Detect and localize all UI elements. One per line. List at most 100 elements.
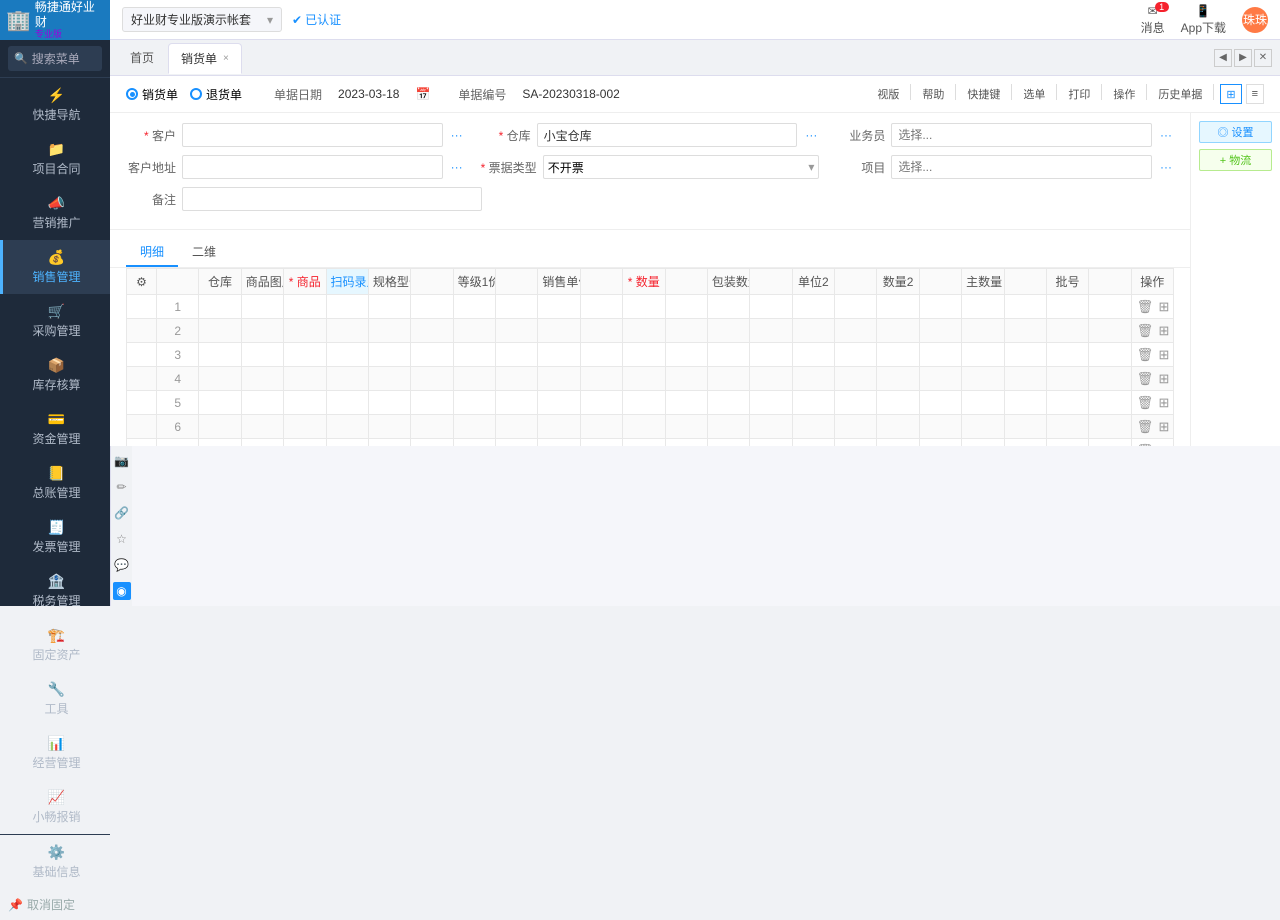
cell-2-12[interactable] — [707, 319, 749, 343]
cell-6-18[interactable] — [962, 415, 1004, 439]
cell-3-7[interactable] — [496, 343, 538, 367]
cell-7-1[interactable] — [241, 439, 283, 447]
cell-6-5[interactable] — [411, 415, 453, 439]
cell-3-16[interactable] — [877, 343, 919, 367]
cell-7-7[interactable] — [496, 439, 538, 447]
cell-7-9[interactable] — [580, 439, 622, 447]
cell-3-18[interactable] — [962, 343, 1004, 367]
cell-3-11[interactable] — [665, 343, 707, 367]
cell-6-16[interactable] — [877, 415, 919, 439]
tab-prev-button[interactable]: ◀ — [1214, 49, 1232, 67]
sidebar-item-quick-nav[interactable]: ⚡ 快捷导航 — [0, 78, 110, 132]
cell-3-5[interactable] — [411, 343, 453, 367]
project-select-button[interactable]: ··· — [1158, 160, 1174, 174]
cell-3-19[interactable] — [1004, 343, 1046, 367]
cell-5-10[interactable] — [623, 391, 665, 415]
col-main-qty[interactable]: 主数量 — [962, 269, 1004, 295]
salesman-input[interactable] — [891, 123, 1152, 147]
row-delete-1[interactable]: 🗑 — [1136, 299, 1155, 315]
cell-5-4[interactable] — [368, 391, 410, 415]
col-product-image[interactable]: 商品图片 — [241, 269, 283, 295]
cell-1-3[interactable] — [326, 295, 368, 319]
cell-4-4[interactable] — [368, 367, 410, 391]
tab-sales-order[interactable]: 销货单 × — [168, 43, 242, 74]
cell-2-14[interactable] — [792, 319, 834, 343]
cell-7-10[interactable] — [623, 439, 665, 447]
cell-2-18[interactable] — [962, 319, 1004, 343]
select-button[interactable]: 选单 — [1018, 84, 1050, 104]
tab-close-icon[interactable]: × — [223, 53, 229, 64]
cell-4-12[interactable] — [707, 367, 749, 391]
view-mode-grid[interactable]: ⊞ — [1220, 84, 1241, 104]
sidebar-item-operations[interactable]: 📊 经营管理 — [0, 726, 110, 780]
col-qty[interactable]: * 数量 — [623, 269, 665, 295]
cell-2-13[interactable] — [750, 319, 792, 343]
cell-3-13[interactable] — [750, 343, 792, 367]
cell-7-8[interactable] — [538, 439, 580, 447]
cell-1-8[interactable] — [538, 295, 580, 319]
right-camera-icon[interactable]: 📷 — [113, 452, 131, 470]
cell-2-5[interactable] — [411, 319, 453, 343]
cell-3-2[interactable] — [284, 343, 326, 367]
right-link-icon[interactable]: 🔗 — [113, 504, 131, 522]
cell-1-4[interactable] — [368, 295, 410, 319]
cell-2-7[interactable] — [496, 319, 538, 343]
cell-5-17[interactable] — [919, 391, 961, 415]
cell-5-7[interactable] — [496, 391, 538, 415]
cell-4-2[interactable] — [284, 367, 326, 391]
cell-2-3[interactable] — [326, 319, 368, 343]
col-warehouse[interactable]: 仓库 — [199, 269, 241, 295]
warehouse-input[interactable] — [537, 123, 798, 147]
sidebar-item-reports[interactable]: 📈 小畅报销 — [0, 780, 110, 834]
cell-7-6[interactable] — [453, 439, 495, 447]
cell-4-5[interactable] — [411, 367, 453, 391]
cell-3-20[interactable] — [1046, 343, 1088, 367]
salesman-select-button[interactable]: ··· — [1158, 128, 1174, 142]
right-active-icon[interactable]: ◉ — [113, 582, 131, 600]
cell-2-10[interactable] — [623, 319, 665, 343]
cell-5-8[interactable] — [538, 391, 580, 415]
address-input[interactable] — [182, 155, 443, 179]
tab-close-all-button[interactable]: ✕ — [1254, 49, 1272, 67]
row-copy-1[interactable]: ⊞ — [1157, 299, 1170, 315]
cell-5-21[interactable] — [1089, 391, 1131, 415]
company-selector[interactable]: 好业财专业版演示帐套 ▾ — [122, 7, 282, 32]
cell-2-2[interactable] — [284, 319, 326, 343]
print-button[interactable]: 打印 — [1063, 84, 1095, 104]
cell-1-7[interactable] — [496, 295, 538, 319]
sidebar-item-tax[interactable]: 🏦 税务管理 — [0, 564, 110, 618]
col-spec[interactable]: 规格型号 — [368, 269, 410, 295]
cell-5-12[interactable] — [707, 391, 749, 415]
col-batch[interactable]: 批号 — [1046, 269, 1088, 295]
cell-1-18[interactable] — [962, 295, 1004, 319]
cell-5-18[interactable] — [962, 391, 1004, 415]
sidebar-item-marketing[interactable]: 📣 营销推广 — [0, 186, 110, 240]
cell-6-13[interactable] — [750, 415, 792, 439]
history-button[interactable]: 历史单据 — [1153, 84, 1207, 104]
search-menu-button[interactable]: 🔍 搜索菜单 — [8, 46, 102, 71]
cell-7-13[interactable] — [750, 439, 792, 447]
cell-5-15[interactable] — [835, 391, 877, 415]
cell-1-19[interactable] — [1004, 295, 1046, 319]
row-delete-6[interactable]: 🗑 — [1136, 419, 1155, 435]
cell-6-0[interactable] — [199, 415, 241, 439]
cell-1-14[interactable] — [792, 295, 834, 319]
right-edit-icon[interactable]: ✏ — [113, 478, 131, 496]
row-copy-4[interactable]: ⊞ — [1157, 371, 1170, 387]
cell-4-14[interactable] — [792, 367, 834, 391]
cell-3-15[interactable] — [835, 343, 877, 367]
cell-2-20[interactable] — [1046, 319, 1088, 343]
row-delete-7[interactable]: 🗑 — [1136, 443, 1155, 447]
cell-6-17[interactable] — [919, 415, 961, 439]
cell-1-21[interactable] — [1089, 295, 1131, 319]
cell-3-3[interactable] — [326, 343, 368, 367]
row-delete-5[interactable]: 🗑 — [1136, 395, 1155, 411]
cell-7-0[interactable] — [199, 439, 241, 447]
cell-4-10[interactable] — [623, 367, 665, 391]
cell-5-5[interactable] — [411, 391, 453, 415]
cell-1-11[interactable] — [665, 295, 707, 319]
cell-6-3[interactable] — [326, 415, 368, 439]
sidebar-item-base-info[interactable]: ⚙️ 基础信息 — [0, 835, 110, 889]
cell-6-6[interactable] — [453, 415, 495, 439]
cell-3-8[interactable] — [538, 343, 580, 367]
